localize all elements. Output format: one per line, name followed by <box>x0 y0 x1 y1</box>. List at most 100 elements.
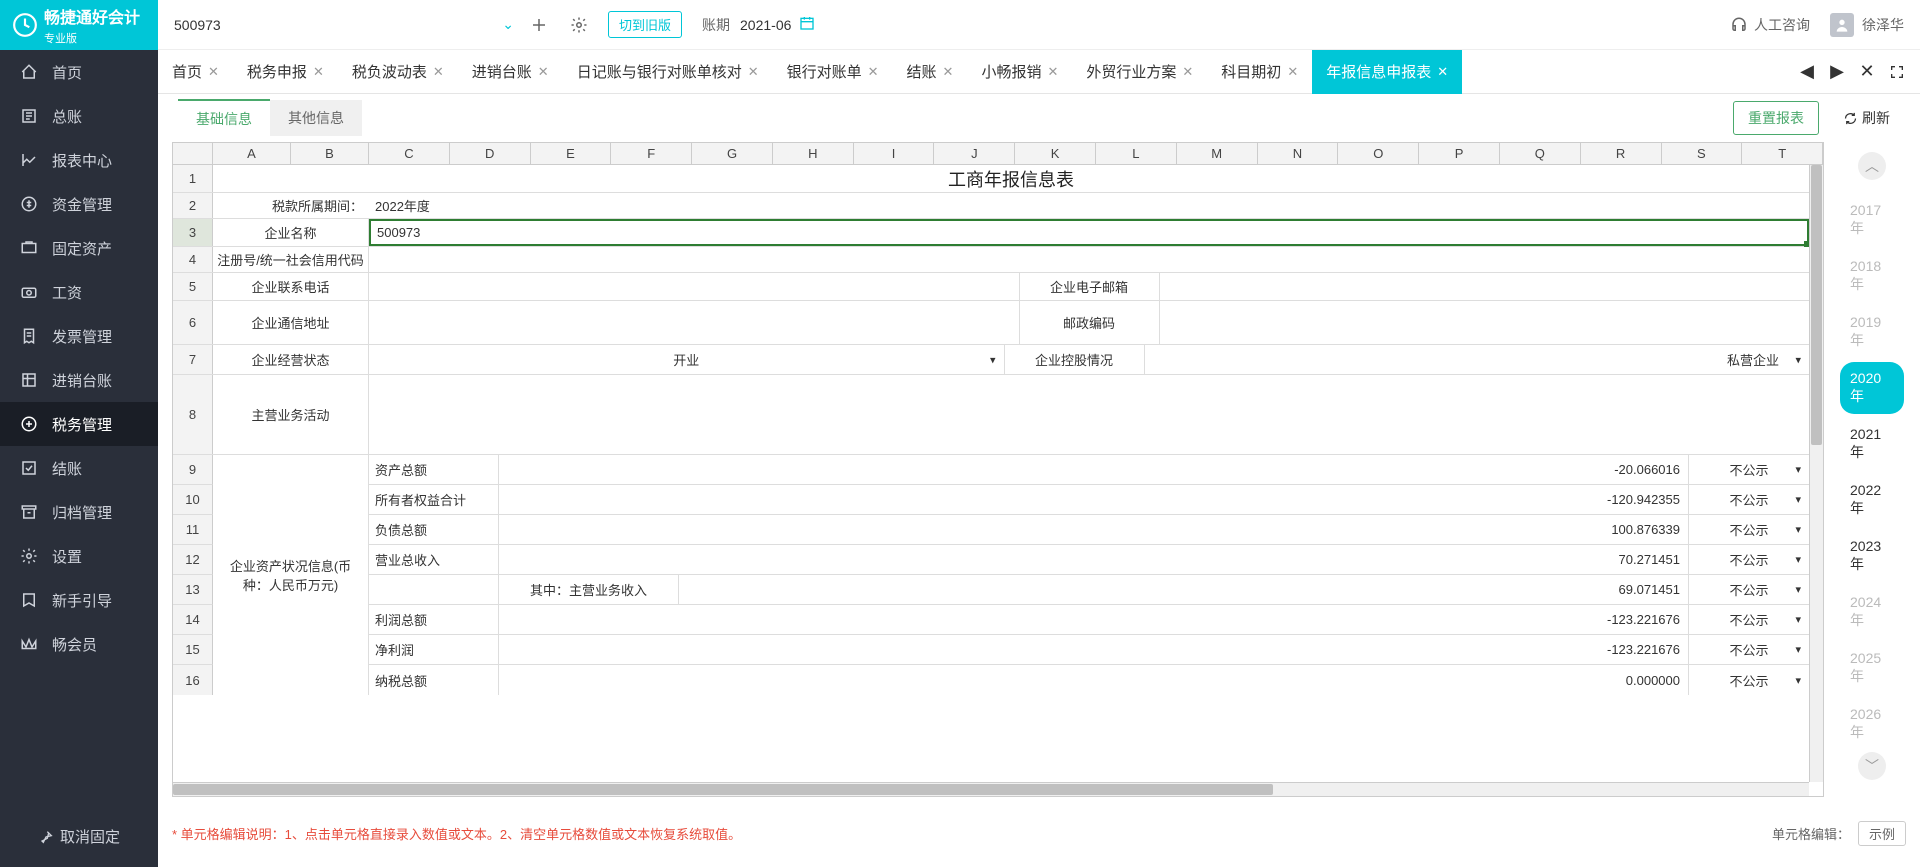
menu-settings[interactable]: 设置 <box>0 534 158 578</box>
col-header[interactable]: P <box>1419 143 1500 164</box>
tab-foreign-trade[interactable]: 外贸行业方案✕ <box>1072 50 1207 94</box>
col-header[interactable]: K <box>1015 143 1096 164</box>
add-button[interactable] <box>524 10 554 40</box>
row-header[interactable]: 7 <box>173 345 213 374</box>
close-icon[interactable]: ✕ <box>943 64 954 80</box>
col-header[interactable]: C <box>369 143 450 164</box>
fin-value-cell[interactable]: 69.071451 <box>679 575 1689 604</box>
menu-home[interactable]: 首页 <box>0 50 158 94</box>
email-cell[interactable] <box>1160 273 1810 300</box>
subtab-basic[interactable]: 基础信息 <box>178 99 270 137</box>
reg-code-cell[interactable] <box>369 247 1809 272</box>
disclosure-dropdown[interactable]: 不公示 <box>1689 545 1809 574</box>
year-down-button[interactable]: ﹀ <box>1858 752 1886 780</box>
col-header[interactable]: A <box>213 143 291 164</box>
tab-psi-ledger[interactable]: 进销台账✕ <box>458 50 563 94</box>
row-header[interactable]: 9 <box>173 455 213 485</box>
row-header[interactable]: 16 <box>173 665 213 695</box>
fin-value-cell[interactable]: 0.000000 <box>499 665 1689 695</box>
fin-value-cell[interactable]: -120.942355 <box>499 485 1689 514</box>
period-value-cell[interactable]: 2022年度 <box>369 196 430 215</box>
col-header[interactable]: G <box>692 143 773 164</box>
fin-value-cell[interactable]: 100.876339 <box>499 515 1689 544</box>
year-item[interactable]: 2021年 <box>1840 418 1904 470</box>
row-header[interactable]: 12 <box>173 545 213 575</box>
row-header[interactable]: 4 <box>173 247 213 272</box>
tab-journal-reconcile[interactable]: 日记账与银行对账单核对✕ <box>563 50 773 94</box>
fullscreen-button[interactable] <box>1882 57 1912 87</box>
year-item[interactable]: 2018年 <box>1840 250 1904 302</box>
year-item[interactable]: 2017年 <box>1840 194 1904 246</box>
close-icon[interactable]: ✕ <box>868 64 879 80</box>
row-header[interactable]: 8 <box>173 375 213 454</box>
fin-value-cell[interactable]: -123.221676 <box>499 605 1689 634</box>
row-header[interactable]: 11 <box>173 515 213 545</box>
reset-button[interactable]: 重置报表 <box>1733 101 1819 135</box>
close-all-button[interactable]: ✕ <box>1852 57 1882 87</box>
close-icon[interactable]: ✕ <box>1437 64 1448 80</box>
close-icon[interactable]: ✕ <box>433 64 444 80</box>
close-icon[interactable]: ✕ <box>313 64 324 80</box>
col-header[interactable]: S <box>1662 143 1743 164</box>
row-header[interactable]: 6 <box>173 301 213 344</box>
close-icon[interactable]: ✕ <box>748 64 759 80</box>
row-header[interactable]: 1 <box>173 165 213 192</box>
close-icon[interactable]: ✕ <box>538 64 549 80</box>
consult-button[interactable]: 人工咨询 <box>1730 15 1810 35</box>
col-header[interactable]: N <box>1258 143 1339 164</box>
year-up-button[interactable]: ︿ <box>1858 152 1886 180</box>
menu-guide[interactable]: 新手引导 <box>0 578 158 622</box>
year-item[interactable]: 2026年 <box>1840 698 1904 750</box>
disclosure-dropdown[interactable]: 不公示 <box>1689 665 1809 695</box>
col-header[interactable]: I <box>854 143 935 164</box>
holding-dropdown[interactable]: 私营企业 <box>1145 345 1810 374</box>
disclosure-dropdown[interactable]: 不公示 <box>1689 575 1809 604</box>
tab-closing[interactable]: 结账✕ <box>893 50 968 94</box>
disclosure-dropdown[interactable]: 不公示 <box>1689 635 1809 664</box>
disclosure-dropdown[interactable]: 不公示 <box>1689 605 1809 634</box>
menu-archive[interactable]: 归档管理 <box>0 490 158 534</box>
example-button[interactable]: 示例 <box>1858 821 1906 846</box>
subtab-other[interactable]: 其他信息 <box>270 100 362 136</box>
year-item[interactable]: 2019年 <box>1840 306 1904 358</box>
tab-tax-fluct[interactable]: 税负波动表✕ <box>338 50 458 94</box>
tab-tax-declare[interactable]: 税务申报✕ <box>233 50 338 94</box>
year-item[interactable]: 2022年 <box>1840 474 1904 526</box>
col-header[interactable]: Q <box>1500 143 1581 164</box>
tab-prev-button[interactable]: ◀ <box>1792 57 1822 87</box>
col-header[interactable]: J <box>934 143 1015 164</box>
close-icon[interactable]: ✕ <box>1182 64 1193 80</box>
col-header[interactable]: F <box>611 143 692 164</box>
col-header[interactable]: H <box>773 143 854 164</box>
status-dropdown[interactable]: 开业 <box>369 345 1005 374</box>
refresh-button[interactable]: 刷新 <box>1843 108 1890 128</box>
tab-expense[interactable]: 小畅报销✕ <box>967 50 1072 94</box>
tab-home[interactable]: 首页✕ <box>158 50 233 94</box>
row-header[interactable]: 5 <box>173 273 213 300</box>
col-header[interactable]: O <box>1338 143 1419 164</box>
row-header[interactable]: 10 <box>173 485 213 515</box>
phone-cell[interactable] <box>369 273 1020 300</box>
company-name-cell[interactable]: 500973 <box>369 219 1809 246</box>
vertical-scrollbar[interactable] <box>1809 165 1823 782</box>
col-header[interactable]: L <box>1096 143 1177 164</box>
menu-invoice[interactable]: 发票管理 <box>0 314 158 358</box>
postal-cell[interactable] <box>1160 301 1810 344</box>
company-selector[interactable]: 500973 ⌄ <box>174 16 514 33</box>
scroll-thumb[interactable] <box>173 784 1273 795</box>
col-header[interactable]: B <box>291 143 369 164</box>
close-icon[interactable]: ✕ <box>1047 64 1058 80</box>
disclosure-dropdown[interactable]: 不公示 <box>1689 455 1809 484</box>
year-item[interactable]: 2025年 <box>1840 642 1904 694</box>
col-header[interactable]: R <box>1581 143 1662 164</box>
year-item[interactable]: 2023年 <box>1840 530 1904 582</box>
tab-annual-report[interactable]: 年报信息申报表✕ <box>1312 50 1462 94</box>
fin-value-cell[interactable]: -20.066016 <box>499 455 1689 484</box>
close-icon[interactable]: ✕ <box>1287 64 1298 80</box>
fin-value-cell[interactable]: -123.221676 <box>499 635 1689 664</box>
menu-close[interactable]: 结账 <box>0 446 158 490</box>
menu-assets[interactable]: 固定资产 <box>0 226 158 270</box>
row-header[interactable]: 3 <box>173 219 213 246</box>
close-icon[interactable]: ✕ <box>208 64 219 80</box>
avatar[interactable] <box>1830 13 1854 37</box>
